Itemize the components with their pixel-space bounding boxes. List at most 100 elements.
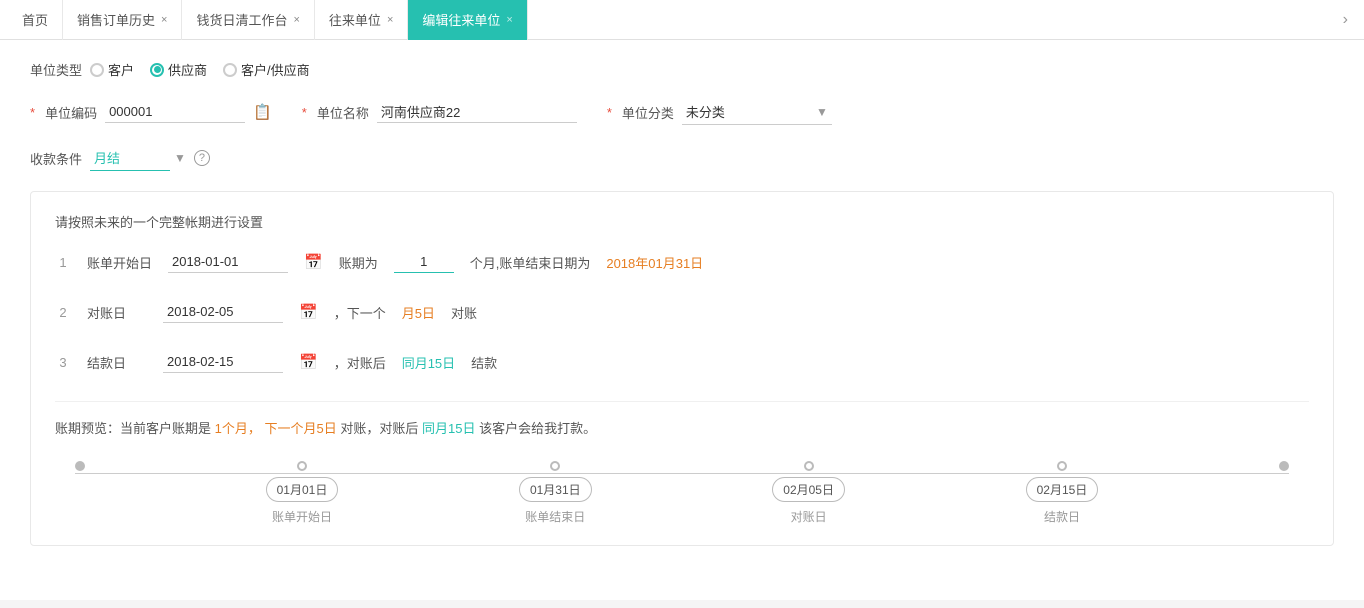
preview-text: 账期预览：当前客户账期是 1个月， 下一个月5日 对账，对账后 同月15日 该客… — [55, 418, 1309, 437]
row-3-calendar-icon[interactable]: 📅 — [299, 353, 318, 371]
payment-field: 收款条件 月结 ▼ ? — [30, 145, 210, 171]
unit-type-label: 单位类型 — [30, 60, 82, 79]
unit-type-field: 单位类型 客户 供应商 客户/供应商 — [30, 60, 310, 79]
row-1-num: 1 — [55, 255, 71, 270]
timeline-point-3-date: 02月05日 — [772, 477, 845, 502]
payment-label: 收款条件 — [30, 149, 82, 168]
timeline-point-1: 01月01日 账单开始日 — [266, 461, 339, 525]
timeline-point-4-date: 02月15日 — [1026, 477, 1099, 502]
timeline-right-dot — [1279, 461, 1289, 471]
tab-cashflow[interactable]: 钱货日清工作台 × — [182, 0, 314, 40]
unit-type-row: 单位类型 客户 供应商 客户/供应商 — [30, 60, 1334, 79]
tab-more-button[interactable]: › — [1335, 11, 1356, 29]
unit-type-radio-group: 客户 供应商 客户/供应商 — [90, 60, 310, 79]
code-required-star: * — [30, 105, 35, 120]
timeline-left-dot — [75, 461, 85, 471]
timeline-point-2-date: 01月31日 — [519, 477, 592, 502]
radio-customer[interactable]: 客户 — [90, 60, 134, 79]
preview-suffix: 该客户会给我打款。 — [479, 421, 596, 436]
row-1-label: 账单开始日 — [87, 253, 152, 272]
row-2-suffix: 对账 — [451, 303, 477, 322]
settings-card: 请按照未来的一个完整帐期进行设置 1 账单开始日 📅 账期为 个月,账单结束日期… — [30, 191, 1334, 546]
card-title: 请按照未来的一个完整帐期进行设置 — [55, 212, 1309, 231]
preview-prefix: 账期预览：当前客户账期是 — [55, 421, 211, 436]
unit-code-label: 单位编码 — [45, 103, 97, 122]
timeline-points: 01月01日 账单开始日 01月31日 账单结束日 02月05日 对账日 — [75, 461, 1289, 525]
timeline-point-4: 02月15日 结款日 — [1026, 461, 1099, 525]
row-3-label: 结款日 — [87, 353, 147, 372]
tab-home-label: 首页 — [22, 10, 48, 29]
tab-partners[interactable]: 往来单位 × — [315, 0, 408, 40]
unit-name-field: * 单位名称 — [302, 101, 577, 123]
timeline-point-2-dot — [550, 461, 560, 471]
preview-middle: 对账，对账后 — [340, 421, 418, 436]
row-3-date-input[interactable] — [163, 351, 283, 373]
tab-edit-partner-label: 编辑往来单位 — [422, 10, 500, 29]
row-2-desc: ，下一个 — [334, 303, 386, 322]
row-2-highlight: 月5日 — [402, 303, 435, 322]
timeline-right-end — [1279, 461, 1289, 525]
row-3-highlight: 同月15日 — [402, 353, 455, 372]
timeline-left-end — [75, 461, 85, 525]
row-2-calendar-icon[interactable]: 📅 — [299, 303, 318, 321]
row-2-date-input[interactable] — [163, 301, 283, 323]
payment-dropdown-icon[interactable]: ▼ — [174, 151, 186, 165]
radio-supplier[interactable]: 供应商 — [150, 60, 207, 79]
timeline-point-1-date: 01月01日 — [266, 477, 339, 502]
preview-part1: 1个月， — [215, 421, 261, 436]
row-1-calendar-icon[interactable]: 📅 — [304, 253, 323, 271]
row-2-label: 对账日 — [87, 303, 147, 322]
unit-category-field: * 单位分类 未分类 ▼ — [607, 99, 832, 125]
unit-name-label: 单位名称 — [317, 103, 369, 122]
radio-customer-label: 客户 — [108, 60, 134, 79]
preview-part3: 同月15日 — [422, 421, 475, 436]
row-1-end-date: 2018年01月31日 — [606, 253, 703, 272]
radio-customer-circle — [90, 63, 104, 77]
tab-edit-partner[interactable]: 编辑往来单位 × — [408, 0, 527, 40]
row-1-desc-prefix: 账期为 — [339, 253, 378, 272]
code-name-category-row: * 单位编码 📋 * 单位名称 * 单位分类 未分类 ▼ — [30, 99, 1334, 125]
radio-supplier-label: 供应商 — [168, 60, 207, 79]
row-2-num: 2 — [55, 305, 71, 320]
radio-customer-supplier[interactable]: 客户/供应商 — [223, 60, 310, 79]
payment-select-value[interactable]: 月结 — [90, 145, 170, 171]
unit-code-field: * 单位编码 📋 — [30, 101, 272, 123]
timeline-point-1-label: 账单开始日 — [272, 508, 332, 525]
timeline-point-1-dot — [297, 461, 307, 471]
unit-code-input[interactable] — [105, 101, 245, 123]
row-1-date-input[interactable] — [168, 251, 288, 273]
unit-category-select[interactable]: 未分类 ▼ — [682, 99, 832, 125]
tab-sales-history[interactable]: 销售订单历史 × — [63, 0, 182, 40]
row-3-suffix: 结款 — [471, 353, 497, 372]
period-input[interactable] — [394, 251, 454, 273]
payment-help-icon[interactable]: ? — [194, 150, 210, 166]
settings-row-1: 1 账单开始日 📅 账期为 个月,账单结束日期为 2018年01月31日 — [55, 251, 1309, 273]
tab-home[interactable]: 首页 — [8, 0, 63, 40]
settings-row-2: 2 对账日 📅 ，下一个 月5日 对账 — [55, 301, 1309, 323]
code-copy-icon[interactable]: 📋 — [253, 103, 272, 121]
category-required-star: * — [607, 105, 612, 120]
radio-customer-supplier-label: 客户/供应商 — [241, 60, 310, 79]
payment-row: 收款条件 月结 ▼ ? — [30, 145, 1334, 171]
row-1-desc-suffix: 个月,账单结束日期为 — [470, 253, 591, 272]
tab-cashflow-close[interactable]: × — [293, 14, 299, 26]
unit-name-input[interactable] — [377, 101, 577, 123]
tab-bar: 首页 销售订单历史 × 钱货日清工作台 × 往来单位 × 编辑往来单位 × › — [0, 0, 1364, 40]
radio-customer-supplier-circle — [223, 63, 237, 77]
preview-section: 账期预览：当前客户账期是 1个月， 下一个月5日 对账，对账后 同月15日 该客… — [55, 401, 1309, 525]
timeline-point-2: 01月31日 账单结束日 — [519, 461, 592, 525]
category-dropdown-icon: ▼ — [816, 105, 828, 119]
timeline-point-3: 02月05日 对账日 — [772, 461, 845, 525]
tab-sales-history-close[interactable]: × — [161, 14, 167, 26]
timeline-point-4-label: 结款日 — [1044, 508, 1080, 525]
tab-partners-close[interactable]: × — [387, 14, 393, 26]
timeline-point-3-dot — [804, 461, 814, 471]
preview-part2: 下一个月5日 — [265, 421, 337, 436]
unit-category-label: 单位分类 — [622, 103, 674, 122]
tab-sales-history-label: 销售订单历史 — [77, 10, 155, 29]
timeline-point-4-dot — [1057, 461, 1067, 471]
main-content: 单位类型 客户 供应商 客户/供应商 * 单位编码 — [0, 40, 1364, 600]
tab-edit-partner-close[interactable]: × — [506, 14, 512, 26]
radio-supplier-circle — [150, 63, 164, 77]
timeline-point-2-label: 账单结束日 — [525, 508, 585, 525]
